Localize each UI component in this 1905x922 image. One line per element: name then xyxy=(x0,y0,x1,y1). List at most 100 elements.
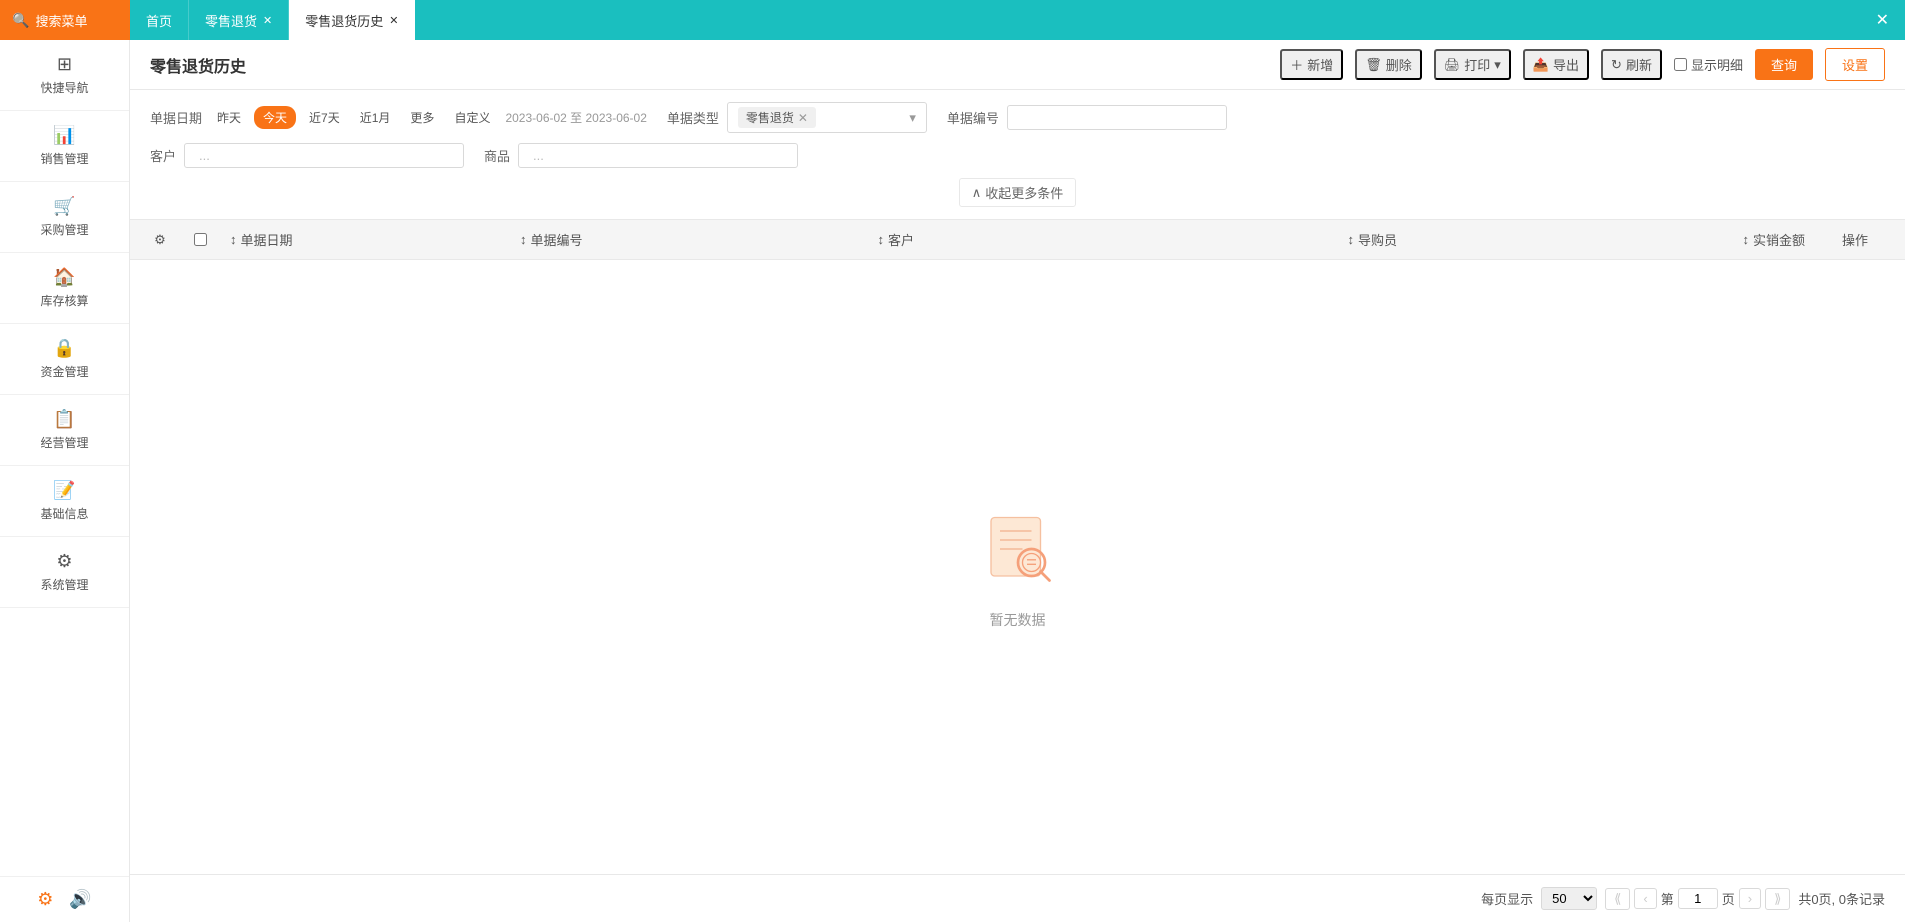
date-1month[interactable]: 近1月 xyxy=(353,106,398,129)
settings-bottom-icon[interactable]: ⚙ xyxy=(37,889,53,910)
tab-home[interactable]: 首页 xyxy=(130,0,189,40)
display-checkbox[interactable] xyxy=(1674,58,1687,71)
refresh-label: 刷新 xyxy=(1626,55,1652,74)
th-date-label: ↕ xyxy=(230,232,237,247)
delete-icon: 🗑 xyxy=(1365,57,1382,73)
date-today[interactable]: 今天 xyxy=(254,106,296,129)
date-more[interactable]: 更多 xyxy=(403,106,441,129)
display-toggle: 显示明细 xyxy=(1674,55,1743,74)
first-page-button[interactable]: ⟪ xyxy=(1605,888,1630,910)
th-number-text: 单据编号 xyxy=(531,230,583,249)
search-menu[interactable]: 🔍 搜索菜单 xyxy=(0,0,130,40)
last-page-button[interactable]: ⟫ xyxy=(1765,888,1790,910)
sidebar-item-basicinfo[interactable]: 📝 基础信息 xyxy=(0,466,129,537)
export-label: 导出 xyxy=(1553,55,1579,74)
th-date[interactable]: ↕ 单据日期 xyxy=(220,230,510,249)
date-range-display: 2023-06-02 至 2023-06-02 xyxy=(505,109,646,126)
tab-retail-return-history[interactable]: 零售退货历史 ✕ xyxy=(289,0,415,40)
page-unit: 页 xyxy=(1722,889,1735,908)
th-customer[interactable]: ↕ 客户 xyxy=(868,230,1338,249)
basicinfo-icon: 📝 xyxy=(53,480,75,501)
filter-row-1: 单据日期 昨天 今天 近7天 近1月 更多 自定义 2023-06-02 至 2… xyxy=(150,102,1885,133)
quicknav-icon: ⊞ xyxy=(57,54,72,75)
query-button[interactable]: 查询 xyxy=(1755,49,1813,80)
th-settings[interactable]: ⚙ xyxy=(140,232,180,248)
page-header: 零售退货历史 ＋ 新增 🗑 删除 🖨 打印 ▾ 📤 导出 xyxy=(130,40,1905,90)
export-button[interactable]: 📤 导出 xyxy=(1523,49,1589,80)
customer-dots: ... xyxy=(195,148,214,163)
refresh-button[interactable]: ↻ 刷新 xyxy=(1601,49,1662,80)
finance-icon: 🔒 xyxy=(53,338,75,359)
bill-type-tag-text: 零售退货 xyxy=(746,109,794,126)
empty-illustration xyxy=(973,504,1063,594)
top-bar: 🔍 搜索菜单 首页 零售退货 ✕ 零售退货历史 ✕ ✕ xyxy=(0,0,1905,40)
operations-icon: 📋 xyxy=(53,409,75,430)
th-checkbox[interactable] xyxy=(180,233,220,246)
sidebar-item-sales[interactable]: 📊 销售管理 xyxy=(0,111,129,182)
bill-no-label: 单据编号 xyxy=(947,108,999,127)
sidebar-item-inventory[interactable]: 🏠 库存核算 xyxy=(0,253,129,324)
delete-button[interactable]: 🗑 删除 xyxy=(1355,49,1422,80)
total-records: 共0页, 0条记录 xyxy=(1798,889,1885,908)
sidebar-item-quicknav[interactable]: ⊞ 快捷导航 xyxy=(0,40,129,111)
date-yesterday[interactable]: 昨天 xyxy=(210,106,248,129)
sidebar-bottom: ⚙ 🔊 xyxy=(0,876,129,922)
tab-retail-return[interactable]: 零售退货 ✕ xyxy=(189,0,289,40)
goods-select[interactable]: ... xyxy=(518,143,798,168)
sidebar-item-quicknav-label: 快捷导航 xyxy=(40,79,88,96)
tab-retail-return-close[interactable]: ✕ xyxy=(263,14,272,27)
inventory-icon: 🏠 xyxy=(53,267,75,288)
th-guide-text: 导购员 xyxy=(1358,230,1397,249)
goods-filter: 商品 ... xyxy=(484,143,798,168)
bill-type-tag-remove[interactable]: ✕ xyxy=(798,111,808,125)
select-all-checkbox[interactable] xyxy=(194,233,207,246)
tab-bar: 首页 零售退货 ✕ 零售退货历史 ✕ xyxy=(130,0,1860,40)
page-title: 零售退货历史 xyxy=(150,53,246,77)
search-icon: 🔍 xyxy=(12,12,29,29)
date-7days[interactable]: 近7天 xyxy=(302,106,347,129)
system-icon: ⚙ xyxy=(56,551,72,572)
sidebar-item-finance[interactable]: 🔒 资金管理 xyxy=(0,324,129,395)
print-dropdown-icon: ▾ xyxy=(1494,57,1501,73)
date-custom[interactable]: 自定义 xyxy=(447,106,497,129)
filter-area: 单据日期 昨天 今天 近7天 近1月 更多 自定义 2023-06-02 至 2… xyxy=(130,90,1905,220)
page-nav: ⟪ ‹ 第 页 › ⟫ xyxy=(1605,888,1790,910)
add-button[interactable]: ＋ 新增 xyxy=(1280,49,1343,80)
add-icon: ＋ xyxy=(1290,55,1303,74)
collapse-up-icon: ∧ xyxy=(972,185,982,201)
th-amount-text: 实销金额 xyxy=(1753,230,1805,249)
next-page-button[interactable]: › xyxy=(1739,888,1761,909)
date-options: 昨天 今天 近7天 近1月 更多 自定义 xyxy=(210,106,497,129)
content-area: 零售退货历史 ＋ 新增 🗑 删除 🖨 打印 ▾ 📤 导出 xyxy=(130,40,1905,922)
sales-icon: 📊 xyxy=(53,125,75,146)
sidebar-item-system[interactable]: ⚙ 系统管理 xyxy=(0,537,129,608)
th-amount-sort: ↕ xyxy=(1742,232,1749,247)
prev-page-button[interactable]: ‹ xyxy=(1634,888,1656,909)
tab-home-label: 首页 xyxy=(146,11,172,30)
th-amount[interactable]: ↕ 实销金额 xyxy=(1695,230,1815,249)
customer-select[interactable]: ... xyxy=(184,143,464,168)
per-page-select[interactable]: 50 100 200 xyxy=(1541,887,1597,910)
empty-text: 暂无数据 xyxy=(990,610,1046,630)
sidebar-item-sales-label: 销售管理 xyxy=(40,150,88,167)
bill-type-label: 单据类型 xyxy=(667,108,719,127)
th-guide[interactable]: ↕ 导购员 xyxy=(1338,230,1696,249)
volume-icon[interactable]: 🔊 xyxy=(69,889,91,910)
th-number[interactable]: ↕ 单据编号 xyxy=(510,230,868,249)
bill-no-input[interactable] xyxy=(1007,105,1227,130)
settings-button[interactable]: 设置 xyxy=(1825,48,1885,81)
collapse-button[interactable]: ∧ 收起更多条件 xyxy=(959,178,1077,207)
delete-label: 删除 xyxy=(1386,55,1412,74)
print-button[interactable]: 🖨 打印 ▾ xyxy=(1434,49,1511,80)
window-close-button[interactable]: ✕ xyxy=(1860,10,1905,30)
th-date-text: 单据日期 xyxy=(241,230,293,249)
sidebar-item-purchase-label: 采购管理 xyxy=(40,221,88,238)
sidebar-item-operations[interactable]: 📋 经营管理 xyxy=(0,395,129,466)
table-header: ⚙ ↕ 单据日期 ↕ 单据编号 ↕ 客户 ↕ xyxy=(130,220,1905,260)
customer-label: 客户 xyxy=(150,146,176,165)
th-customer-text: 客户 xyxy=(888,230,914,249)
tab-retail-return-history-close[interactable]: ✕ xyxy=(389,14,398,27)
bill-type-select[interactable]: 零售退货 ✕ ▾ xyxy=(727,102,927,133)
sidebar-item-purchase[interactable]: 🛒 采购管理 xyxy=(0,182,129,253)
page-input[interactable] xyxy=(1678,888,1718,909)
